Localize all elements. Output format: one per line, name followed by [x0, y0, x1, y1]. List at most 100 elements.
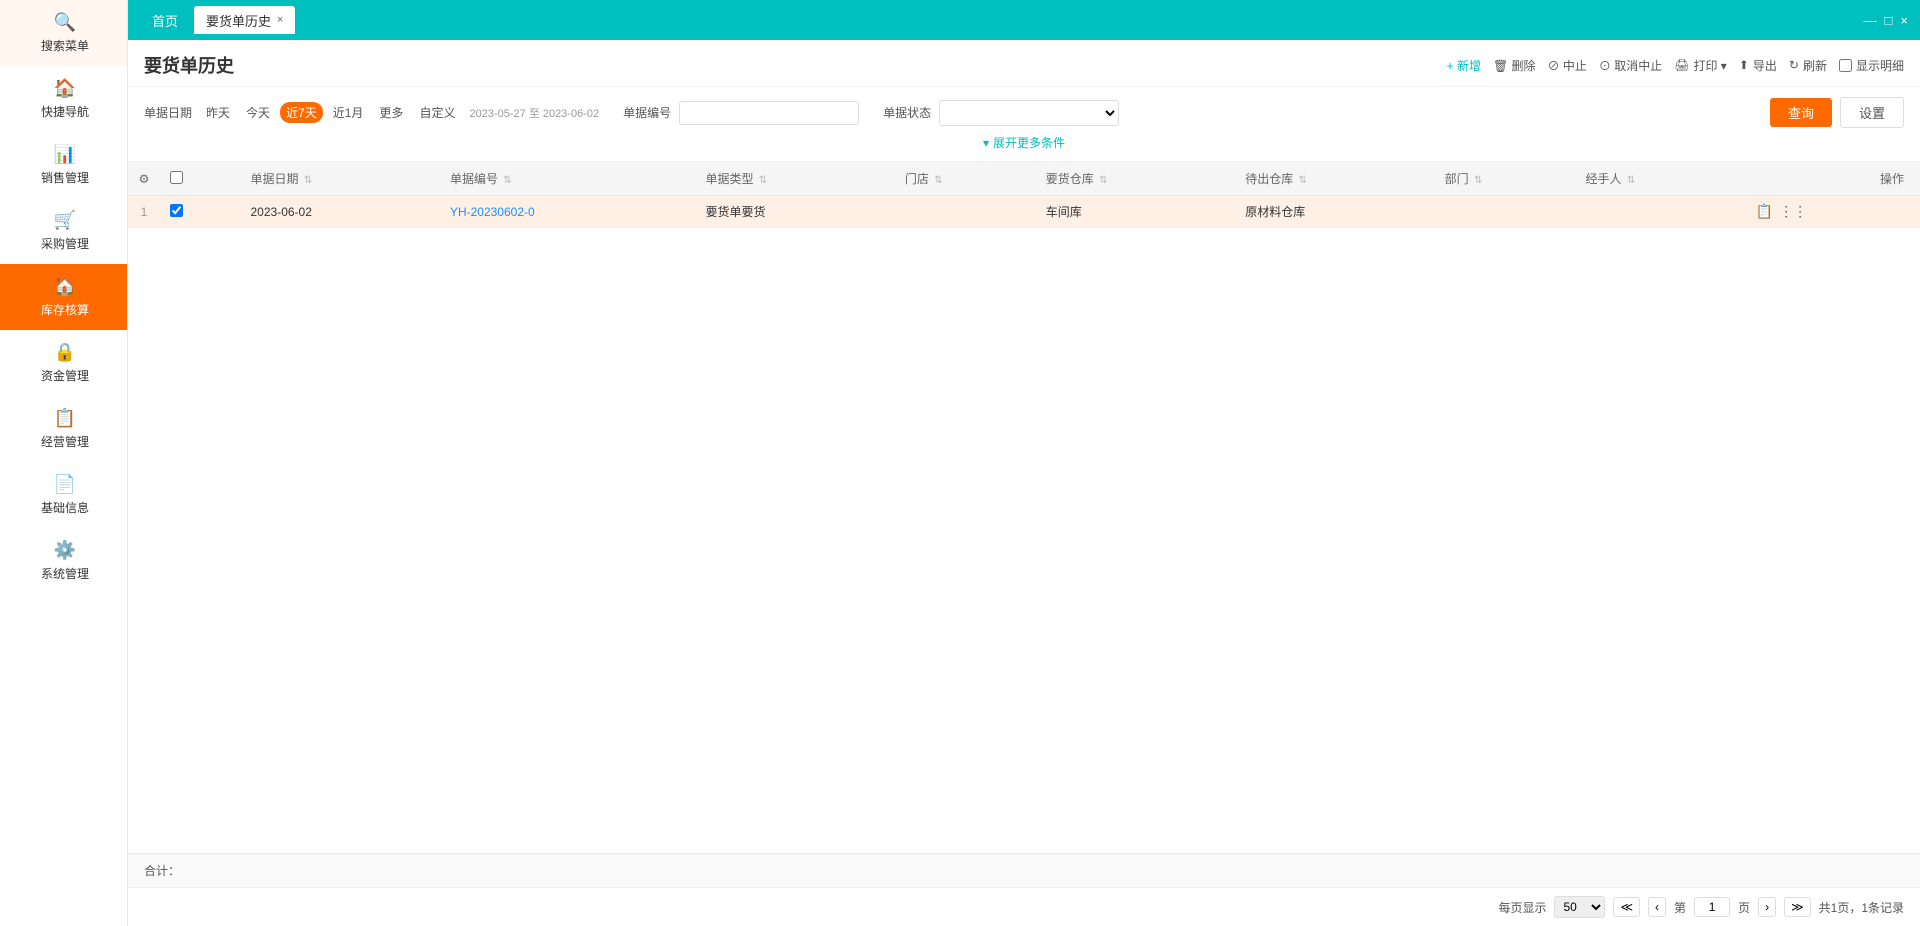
- order-no-link[interactable]: YH-20230602-0: [450, 205, 535, 219]
- select-all-checkbox[interactable]: [170, 171, 183, 184]
- export-button[interactable]: ⬆ 导出: [1739, 57, 1777, 74]
- expand-more-btn[interactable]: ▾ 展开更多条件: [144, 134, 1904, 151]
- cart-icon: 🛒: [54, 210, 76, 231]
- date-btn-last7[interactable]: 近7天: [280, 102, 323, 123]
- data-table: ⚙ 单据日期 ⇅ 单据编号 ⇅ 单据类型 ⇅: [128, 162, 1920, 228]
- th-req-warehouse[interactable]: 要货仓库 ⇅: [1036, 162, 1235, 196]
- sort-store-icon: ⇅: [934, 175, 942, 186]
- tab-home-label: 首页: [152, 11, 178, 30]
- sidebar-item-basic[interactable]: 📄 基础信息: [0, 462, 127, 528]
- filter-date: 单据日期 昨天 今天 近7天 近1月 更多 自定义 2023-05-27 至 2…: [144, 102, 599, 123]
- th-date[interactable]: 单据日期 ⇅: [241, 162, 440, 196]
- th-order-no[interactable]: 单据编号 ⇅: [440, 162, 696, 196]
- sidebar-item-purchase[interactable]: 🛒 采购管理: [0, 198, 127, 264]
- row-select-checkbox[interactable]: [170, 204, 183, 217]
- date-btn-last1month[interactable]: 近1月: [327, 102, 370, 123]
- last-page-button[interactable]: ≫: [1784, 897, 1811, 917]
- table-area: ⚙ 单据日期 ⇅ 单据编号 ⇅ 单据类型 ⇅: [128, 162, 1920, 853]
- topbar-right: — □ ×: [1864, 13, 1908, 28]
- sidebar-item-system[interactable]: ⚙️ 系统管理: [0, 528, 127, 594]
- sidebar-item-label: 系统管理: [41, 565, 89, 582]
- sidebar-item-label: 采购管理: [41, 235, 89, 252]
- sidebar-item-label: 快捷导航: [41, 103, 89, 120]
- query-button[interactable]: 查询: [1770, 98, 1832, 127]
- chevron-down-icon: ▾: [983, 136, 989, 150]
- stop-button[interactable]: ⊘ 中止: [1548, 57, 1587, 74]
- print-button[interactable]: 🖨 🖨 打印 打印 ▾: [1674, 57, 1727, 74]
- order-no-label: 单据编号: [623, 104, 671, 121]
- sidebar-item-label: 库存核算: [41, 301, 89, 318]
- settings-button[interactable]: 设置: [1840, 97, 1904, 128]
- table-row: 1 2023-06-02 YH-20230602-0 要货单要货 车间库 原材料…: [128, 196, 1920, 228]
- next-page-button[interactable]: ›: [1758, 897, 1776, 917]
- prev-page-button[interactable]: ‹: [1648, 897, 1666, 917]
- sort-dept-icon: ⇅: [1474, 175, 1482, 186]
- date-btn-more[interactable]: 更多: [373, 102, 409, 123]
- filter-order-no: 单据编号: [623, 101, 859, 125]
- add-button[interactable]: + 新增: [1447, 57, 1481, 74]
- topbar: 首页 要货单历史 × — □ ×: [128, 0, 1920, 40]
- show-detail-label: 显示明细: [1856, 57, 1904, 74]
- tab-requisition-history[interactable]: 要货单历史 ×: [194, 6, 295, 34]
- row-view-icon[interactable]: 📋: [1756, 203, 1773, 220]
- date-buttons: 昨天 今天 近7天 近1月 更多 自定义: [200, 102, 461, 123]
- row-more-icon[interactable]: ⋮⋮: [1779, 203, 1807, 220]
- row-order-no: YH-20230602-0: [440, 196, 696, 228]
- page-number-input[interactable]: [1694, 897, 1730, 917]
- page-label: 第: [1674, 899, 1686, 916]
- sidebar-item-sales[interactable]: 📊 销售管理: [0, 132, 127, 198]
- order-no-input[interactable]: [679, 101, 859, 125]
- status-select[interactable]: [939, 100, 1119, 126]
- minimize-button[interactable]: —: [1864, 13, 1877, 28]
- sidebar-item-quicknav[interactable]: 🏠 快捷导航: [0, 66, 127, 132]
- date-btn-today[interactable]: 今天: [240, 102, 276, 123]
- pagination: 每页显示 50 20 100 ≪ ‹ 第 页 › ≫ 共1页，1条记录: [128, 887, 1920, 926]
- sort-reqwh-icon: ⇅: [1099, 175, 1107, 186]
- tab-home[interactable]: 首页: [140, 6, 190, 34]
- chart-icon: 📊: [54, 144, 76, 165]
- show-detail-input[interactable]: [1839, 59, 1852, 72]
- th-handler[interactable]: 经手人 ⇅: [1576, 162, 1746, 196]
- filter-area: 单据日期 昨天 今天 近7天 近1月 更多 自定义 2023-05-27 至 2…: [128, 87, 1920, 162]
- sidebar-item-operation[interactable]: 📋 经营管理: [0, 396, 127, 462]
- search-icon: 🔍: [54, 12, 76, 33]
- sidebar-item-search[interactable]: 🔍 搜索菜单: [0, 0, 127, 66]
- sidebar-item-label: 资金管理: [41, 367, 89, 384]
- delete-button[interactable]: 🗑 删除: [1493, 57, 1536, 74]
- first-page-button[interactable]: ≪: [1613, 897, 1640, 917]
- expand-more-label: 展开更多条件: [993, 134, 1065, 151]
- refresh-button[interactable]: ↻ 刷新: [1789, 57, 1827, 74]
- filter-row: 单据日期 昨天 今天 近7天 近1月 更多 自定义 2023-05-27 至 2…: [144, 97, 1904, 128]
- row-pending-warehouse: 原材料仓库: [1235, 196, 1434, 228]
- sort-date-icon: ⇅: [304, 175, 312, 186]
- tab-close-icon[interactable]: ×: [277, 14, 283, 26]
- show-detail-checkbox[interactable]: 显示明细: [1839, 57, 1904, 74]
- th-store[interactable]: 门店 ⇅: [895, 162, 1036, 196]
- clipboard-icon: 📋: [54, 408, 76, 429]
- sidebar-item-finance[interactable]: 🔒 资金管理: [0, 330, 127, 396]
- sidebar: 🔍 搜索菜单 🏠 快捷导航 📊 销售管理 🛒 采购管理 🏠 库存核算 🔒 资金管…: [0, 0, 128, 926]
- th-pending-warehouse[interactable]: 待出仓库 ⇅: [1235, 162, 1434, 196]
- sidebar-item-inventory[interactable]: 🏠 库存核算: [0, 264, 127, 330]
- close-button[interactable]: ×: [1900, 13, 1908, 28]
- date-btn-yesterday[interactable]: 昨天: [200, 102, 236, 123]
- page-header: 要货单历史 + 新增 🗑 删除 ⊘ 中止 ⊙ 取消中止 🖨 🖨 打印 打印 ▾ …: [128, 40, 1920, 87]
- sort-handler-icon: ⇅: [1627, 175, 1635, 186]
- th-settings[interactable]: ⚙: [128, 162, 160, 196]
- main-content: 首页 要货单历史 × — □ × 要货单历史 + 新增 🗑 删除 ⊘ 中止 ⊙ …: [128, 0, 1920, 926]
- page-title: 要货单历史: [144, 52, 234, 78]
- sidebar-item-label: 基础信息: [41, 499, 89, 516]
- date-btn-custom[interactable]: 自定义: [413, 102, 461, 123]
- export-icon: ⬆: [1739, 58, 1749, 72]
- maximize-button[interactable]: □: [1885, 13, 1893, 28]
- warehouse-icon: 🏠: [54, 276, 76, 297]
- document-icon: 📄: [54, 474, 76, 495]
- page-size-select[interactable]: 50 20 100: [1554, 896, 1605, 918]
- row-department: [1435, 196, 1576, 228]
- th-department[interactable]: 部门 ⇅: [1435, 162, 1576, 196]
- filter-status: 单据状态: [883, 100, 1119, 126]
- th-type[interactable]: 单据类型 ⇅: [695, 162, 894, 196]
- cancel-stop-button[interactable]: ⊙ 取消中止: [1599, 57, 1662, 74]
- toolbar: + 新增 🗑 删除 ⊘ 中止 ⊙ 取消中止 🖨 🖨 打印 打印 ▾ ⬆ 导出 ↻…: [1447, 57, 1904, 74]
- sort-type-icon: ⇅: [759, 175, 767, 186]
